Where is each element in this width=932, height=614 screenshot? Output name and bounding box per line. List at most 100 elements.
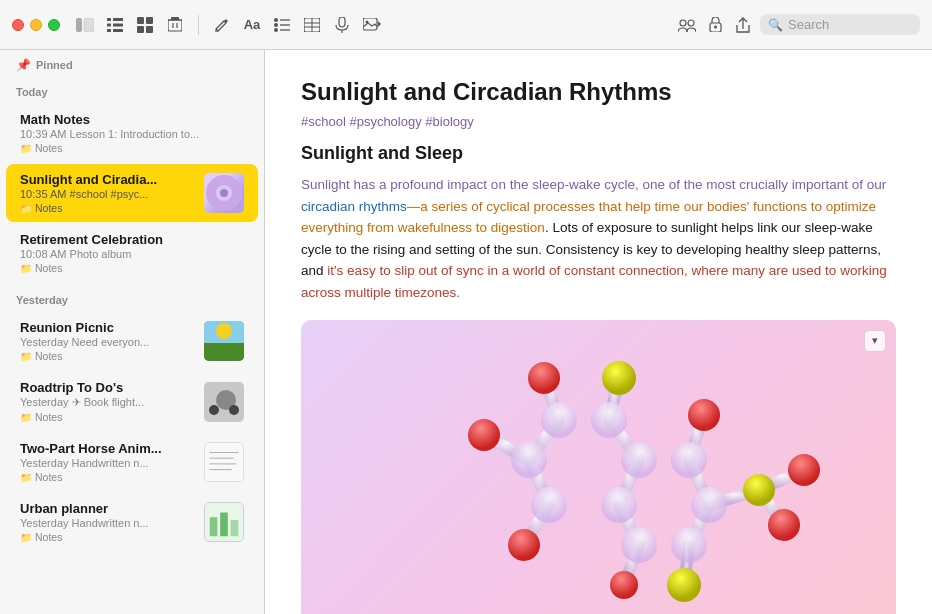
svg-point-85 xyxy=(671,527,707,563)
table-icon[interactable] xyxy=(301,14,323,36)
list-item[interactable]: Sunlight and Ciradia... 10:35 AM #school… xyxy=(6,164,258,222)
svg-point-88 xyxy=(468,419,500,451)
list-item[interactable]: Reunion Picnic Yesterday Need everyon...… xyxy=(6,312,258,370)
note-info: Roadtrip To Do's Yesterday ✈ Book flight… xyxy=(20,380,196,423)
left-panel: 📌 Pinned Today Math Notes 10:39 AM Lesso… xyxy=(0,50,265,614)
note-info: Reunion Picnic Yesterday Need everyon...… xyxy=(20,320,196,362)
note-info: Two-Part Horse Anim... Yesterday Handwri… xyxy=(20,441,196,483)
svg-rect-55 xyxy=(220,513,228,537)
note-thumbnail xyxy=(204,321,244,361)
format-text-icon[interactable]: Aa xyxy=(241,14,263,36)
lock-icon[interactable] xyxy=(704,14,726,36)
list-view-icon[interactable] xyxy=(104,14,126,36)
svg-rect-54 xyxy=(210,517,218,536)
list-item[interactable]: Two-Part Horse Anim... Yesterday Handwri… xyxy=(6,433,258,491)
svg-point-19 xyxy=(274,23,278,27)
svg-rect-4 xyxy=(107,23,111,26)
today-label: Today xyxy=(0,76,264,102)
svg-point-80 xyxy=(591,402,627,438)
svg-rect-0 xyxy=(76,18,82,32)
note-thumbnail xyxy=(204,382,244,422)
list-item[interactable]: Roadtrip To Do's Yesterday ✈ Book flight… xyxy=(6,372,258,431)
pin-icon: 📌 xyxy=(16,58,31,72)
note-meta: 10:35 AM #school #psyc... xyxy=(20,188,196,200)
note-folder: 📁Notes xyxy=(20,202,196,214)
sidebar-toggle-icon[interactable] xyxy=(74,14,96,36)
svg-point-96 xyxy=(667,568,701,602)
svg-point-79 xyxy=(541,402,577,438)
note-folder: 📁Notes xyxy=(20,142,244,154)
separator xyxy=(198,15,199,35)
note-meta: Yesterday Handwritten n... xyxy=(20,457,196,469)
note-folder: 📁Notes xyxy=(20,471,196,483)
svg-marker-32 xyxy=(378,21,381,27)
svg-point-36 xyxy=(714,26,717,29)
svg-rect-8 xyxy=(137,17,144,24)
note-info: Urban planner Yesterday Handwritten n...… xyxy=(20,501,196,543)
svg-rect-56 xyxy=(231,520,239,536)
svg-point-83 xyxy=(531,487,567,523)
media-collapse-button[interactable]: ▾ xyxy=(864,330,886,352)
svg-rect-10 xyxy=(137,26,144,33)
note-body: Sunlight has a profound impact on the sl… xyxy=(301,174,896,304)
svg-rect-7 xyxy=(113,29,123,32)
svg-rect-1 xyxy=(84,18,94,32)
trash-icon[interactable] xyxy=(164,14,186,36)
note-info: Retirement Celebration 10:08 AM Photo al… xyxy=(20,232,244,274)
note-main-title: Sunlight and Circadian Rhythms xyxy=(301,78,896,106)
note-folder: 📁Notes xyxy=(20,531,196,543)
list-item[interactable]: Urban planner Yesterday Handwritten n...… xyxy=(6,493,258,551)
svg-rect-3 xyxy=(113,18,123,21)
svg-point-93 xyxy=(788,454,820,486)
minimize-button[interactable] xyxy=(30,19,42,31)
svg-point-78 xyxy=(511,442,547,478)
fullscreen-button[interactable] xyxy=(48,19,60,31)
svg-point-87 xyxy=(671,442,707,478)
toolbar-right: 🔍 xyxy=(676,14,920,36)
checklist-icon[interactable] xyxy=(271,14,293,36)
svg-point-81 xyxy=(621,442,657,478)
note-text-blue: circadian rhythms xyxy=(301,199,407,214)
note-info: Math Notes 10:39 AM Lesson 1: Introducti… xyxy=(20,112,244,154)
note-title: Retirement Celebration xyxy=(20,232,244,247)
title-bar: Aa xyxy=(0,0,932,50)
note-thumbnail xyxy=(204,502,244,542)
list-item[interactable]: Retirement Celebration 10:08 AM Photo al… xyxy=(6,224,258,282)
svg-rect-11 xyxy=(146,26,153,33)
note-meta: Yesterday ✈ Book flight... xyxy=(20,396,196,409)
collab-icon[interactable] xyxy=(676,14,698,36)
compose-icon[interactable] xyxy=(211,14,233,36)
traffic-lights xyxy=(12,19,60,31)
svg-point-89 xyxy=(528,362,560,394)
search-input[interactable] xyxy=(788,17,912,32)
note-title: Roadtrip To Do's xyxy=(20,380,196,395)
note-text-purple: Sunlight has a profound impact on the sl… xyxy=(301,177,886,192)
svg-rect-28 xyxy=(339,17,345,27)
media-container: ▾ xyxy=(301,320,896,614)
note-title: Urban planner xyxy=(20,501,196,516)
svg-point-18 xyxy=(274,18,278,22)
svg-point-95 xyxy=(602,361,636,395)
note-section-title: Sunlight and Sleep xyxy=(301,143,896,164)
svg-point-47 xyxy=(229,405,239,415)
svg-rect-6 xyxy=(107,29,111,32)
note-title: Math Notes xyxy=(20,112,244,127)
note-meta: Yesterday Need everyon... xyxy=(20,336,196,348)
share-icon[interactable] xyxy=(732,14,754,36)
media-icon[interactable] xyxy=(361,14,383,36)
svg-point-46 xyxy=(209,405,219,415)
svg-rect-48 xyxy=(205,443,243,481)
grid-view-icon[interactable] xyxy=(134,14,156,36)
close-button[interactable] xyxy=(12,19,24,31)
svg-point-91 xyxy=(610,571,638,599)
note-title: Reunion Picnic xyxy=(20,320,196,335)
svg-point-43 xyxy=(216,323,232,339)
molecule-image xyxy=(301,320,896,614)
search-bar[interactable]: 🔍 xyxy=(760,14,920,35)
list-item[interactable]: Math Notes 10:39 AM Lesson 1: Introducti… xyxy=(6,104,258,162)
note-folder: 📁Notes xyxy=(20,411,196,423)
note-meta: 10:39 AM Lesson 1: Introduction to... xyxy=(20,128,244,140)
note-text-red: it's easy to slip out of sync in a world… xyxy=(301,263,887,300)
audio-icon[interactable] xyxy=(331,14,353,36)
note-folder: 📁Notes xyxy=(20,262,244,274)
